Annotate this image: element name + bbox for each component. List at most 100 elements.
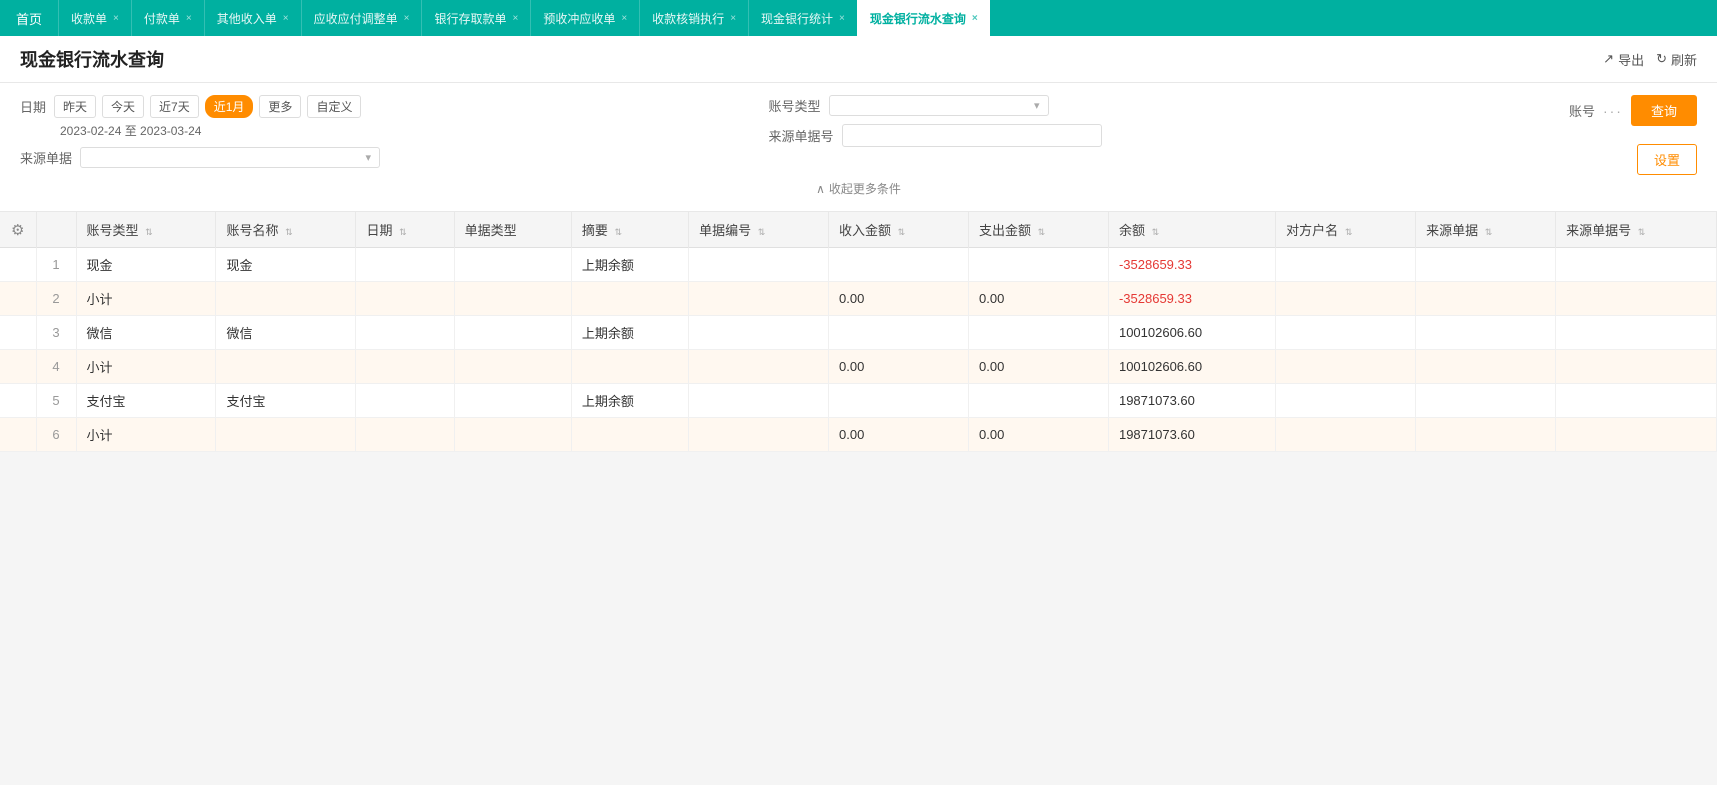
- account-type-select[interactable]: ▾: [829, 95, 1049, 116]
- collapse-up-icon: ∧: [816, 182, 825, 196]
- close-icon[interactable]: ×: [283, 13, 289, 24]
- cell-source-doc: [1416, 316, 1556, 350]
- cell-doc-num: [689, 350, 829, 384]
- sort-icon: ⇅: [1485, 227, 1493, 237]
- cell-doc-type: [454, 316, 571, 350]
- cell-summary: [571, 282, 688, 316]
- cell-account-type: 现金: [76, 248, 216, 282]
- cell-balance: 19871073.60: [1108, 384, 1275, 418]
- nav-tab-fukuandan[interactable]: 付款单 ×: [131, 0, 204, 36]
- close-icon[interactable]: ×: [186, 13, 192, 24]
- nav-tab-yushouchong[interactable]: 预收冲应收单 ×: [530, 0, 639, 36]
- source-doc-select[interactable]: ▾: [80, 147, 380, 168]
- close-icon[interactable]: ×: [512, 13, 518, 24]
- date-btn-custom[interactable]: 自定义: [307, 95, 361, 118]
- table-row: 2 小计 0.00 0.00 -3528659.33: [0, 282, 1717, 316]
- cell-counterparty: [1276, 316, 1416, 350]
- nav-tab-shoukuanhexiao[interactable]: 收款核销执行 ×: [639, 0, 748, 36]
- cell-doc-type: [454, 282, 571, 316]
- nav-home[interactable]: 首页: [0, 0, 58, 36]
- col-balance[interactable]: 余额 ⇅: [1108, 212, 1275, 248]
- col-expense[interactable]: 支出金额 ⇅: [969, 212, 1109, 248]
- cell-account-name: 支付宝: [216, 384, 356, 418]
- cell-expense: [969, 384, 1109, 418]
- col-source-doc-num[interactable]: 来源单据号 ⇅: [1556, 212, 1717, 248]
- date-btn-yesterday[interactable]: 昨天: [54, 95, 96, 118]
- date-btn-7days[interactable]: 近7天: [150, 95, 199, 118]
- collapse-bar[interactable]: ∧ 收起更多条件: [20, 176, 1697, 199]
- sort-icon: ⇅: [285, 227, 293, 237]
- close-icon[interactable]: ×: [972, 13, 978, 24]
- col-account-name[interactable]: 账号名称 ⇅: [216, 212, 356, 248]
- sort-icon: ⇅: [758, 227, 766, 237]
- cell-source-doc-num: [1556, 384, 1717, 418]
- account-dots-button[interactable]: ···: [1603, 103, 1623, 119]
- date-btn-today[interactable]: 今天: [102, 95, 144, 118]
- cell-doc-num: [689, 384, 829, 418]
- col-date[interactable]: 日期 ⇅: [356, 212, 454, 248]
- nav-tab-yinhangcunqu[interactable]: 银行存取款单 ×: [421, 0, 530, 36]
- source-doc-num-filter: 来源单据号: [769, 124, 1102, 147]
- table-row: 3 微信 微信 上期余额 100102606.60: [0, 316, 1717, 350]
- nav-tab-qitashouru[interactable]: 其他收入单 ×: [204, 0, 301, 36]
- cell-counterparty: [1276, 350, 1416, 384]
- close-icon[interactable]: ×: [839, 13, 845, 24]
- nav-tab-shoukuandan[interactable]: 收款单 ×: [58, 0, 131, 36]
- row-settings: [0, 350, 36, 384]
- sort-icon: ⇅: [1038, 227, 1046, 237]
- row-num: 4: [36, 350, 76, 384]
- cell-account-type: 小计: [76, 350, 216, 384]
- settings-button[interactable]: 设置: [1637, 144, 1697, 175]
- nav-tab-yingshouyingfu[interactable]: 应收应付调整单 ×: [301, 0, 422, 36]
- cell-account-type: 微信: [76, 316, 216, 350]
- date-btn-more[interactable]: 更多: [259, 95, 301, 118]
- gear-icon[interactable]: ⚙: [11, 222, 24, 239]
- date-btn-1month[interactable]: 近1月: [205, 95, 254, 118]
- cell-counterparty: [1276, 282, 1416, 316]
- row-settings: [0, 418, 36, 452]
- cell-source-doc-num: [1556, 282, 1717, 316]
- cell-date: [356, 316, 454, 350]
- chevron-down-icon: ▾: [365, 151, 371, 164]
- cell-counterparty: [1276, 384, 1416, 418]
- table-container: ⚙ 账号类型 ⇅ 账号名称 ⇅ 日期 ⇅ 单据类型: [0, 212, 1717, 452]
- row-settings: [0, 282, 36, 316]
- sort-icon: ⇅: [1152, 227, 1160, 237]
- cell-source-doc: [1416, 350, 1556, 384]
- refresh-button[interactable]: ↻ 刷新: [1656, 50, 1697, 69]
- col-account-type[interactable]: 账号类型 ⇅: [76, 212, 216, 248]
- col-counterparty[interactable]: 对方户名 ⇅: [1276, 212, 1416, 248]
- cell-source-doc-num: [1556, 316, 1717, 350]
- date-range: 2023-02-24 至 2023-03-24: [60, 122, 201, 139]
- date-label: 日期: [20, 97, 46, 116]
- cell-date: [356, 384, 454, 418]
- cell-account-type: 小计: [76, 418, 216, 452]
- table-row: 1 现金 现金 上期余额 -3528659.33: [0, 248, 1717, 282]
- source-doc-num-input[interactable]: [842, 124, 1102, 147]
- col-source-doc[interactable]: 来源单据 ⇅: [1416, 212, 1556, 248]
- account-type-label: 账号类型: [769, 96, 821, 115]
- query-button[interactable]: 查询: [1631, 95, 1697, 126]
- sort-icon: ⇅: [898, 227, 906, 237]
- close-icon[interactable]: ×: [621, 13, 627, 24]
- nav-tab-xianjinliushui[interactable]: 现金银行流水查询 ×: [857, 0, 990, 36]
- row-num: 2: [36, 282, 76, 316]
- cell-income: [829, 248, 969, 282]
- close-icon[interactable]: ×: [113, 13, 119, 24]
- col-doc-num[interactable]: 单据编号 ⇅: [689, 212, 829, 248]
- table-row: 4 小计 0.00 0.00 100102606.60: [0, 350, 1717, 384]
- row-num: 6: [36, 418, 76, 452]
- cell-counterparty: [1276, 418, 1416, 452]
- cell-source-doc: [1416, 282, 1556, 316]
- nav-tab-xianjinyinhang-stat[interactable]: 现金银行统计 ×: [748, 0, 857, 36]
- close-icon[interactable]: ×: [730, 13, 736, 24]
- export-icon: ↗: [1603, 51, 1614, 67]
- cell-balance: -3528659.33: [1108, 282, 1275, 316]
- col-income[interactable]: 收入金额 ⇅: [829, 212, 969, 248]
- cell-expense: [969, 316, 1109, 350]
- close-icon[interactable]: ×: [404, 13, 410, 24]
- col-rownum: [36, 212, 76, 248]
- data-table: ⚙ 账号类型 ⇅ 账号名称 ⇅ 日期 ⇅ 单据类型: [0, 212, 1717, 452]
- col-summary[interactable]: 摘要 ⇅: [571, 212, 688, 248]
- export-button[interactable]: ↗ 导出: [1603, 50, 1644, 69]
